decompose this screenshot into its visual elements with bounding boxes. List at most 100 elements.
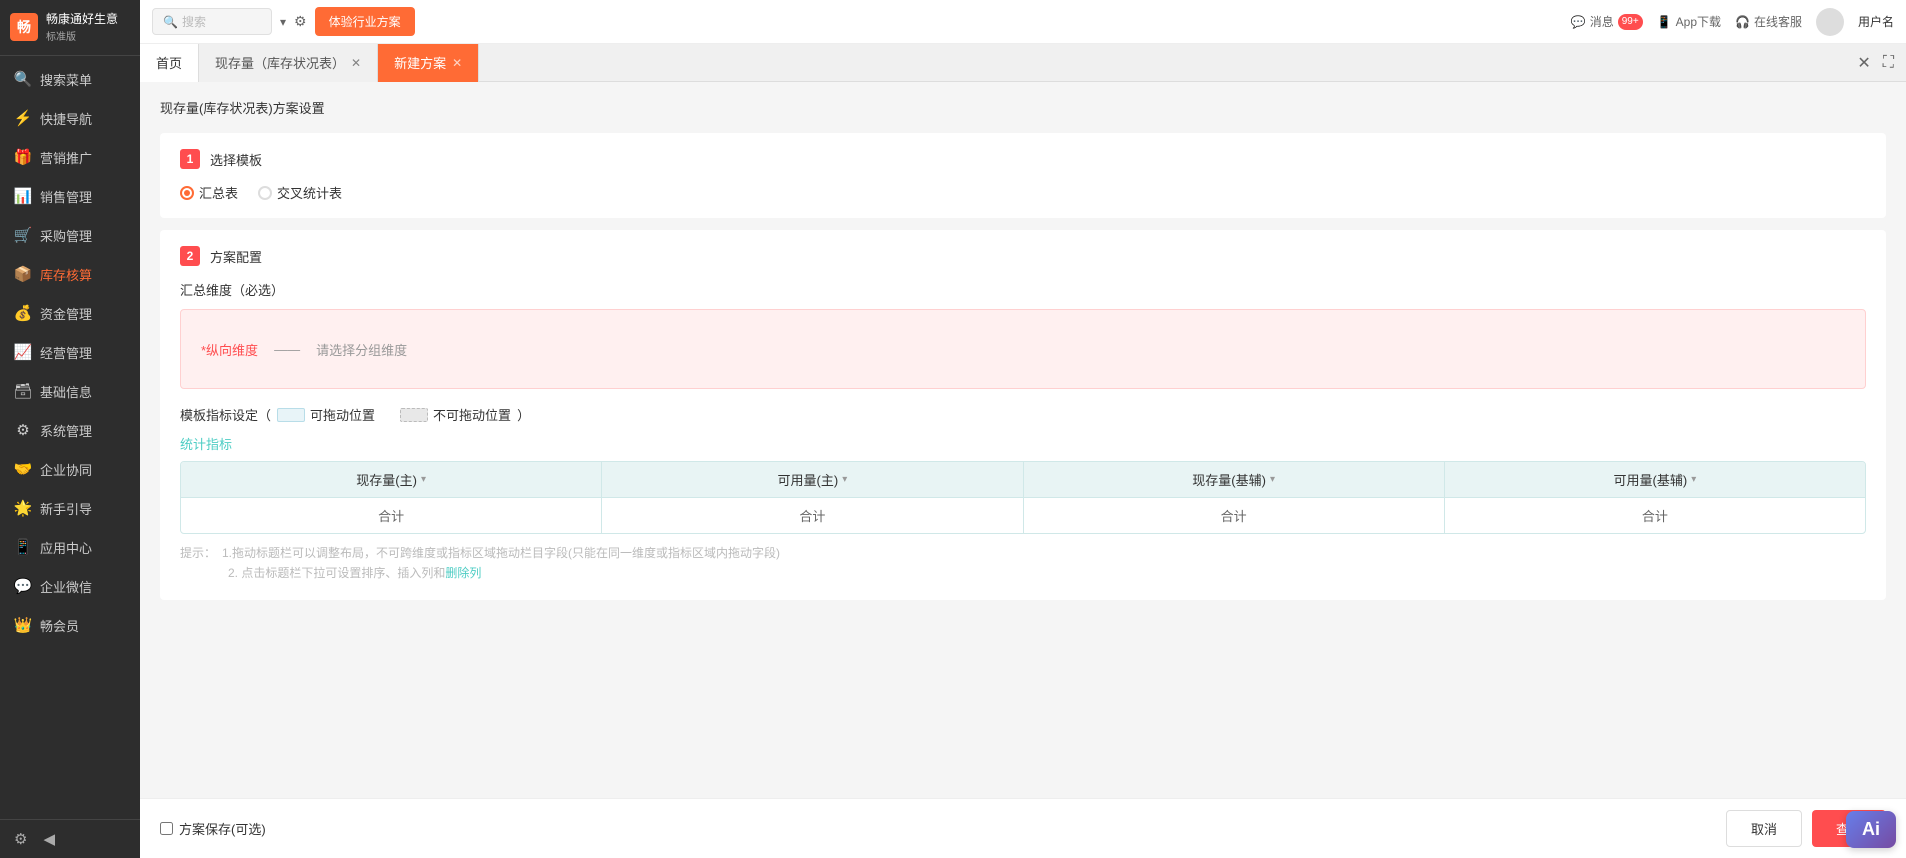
topbar-search-icon: 🔍 xyxy=(163,15,178,29)
col1-chevron-icon: ▾ xyxy=(421,474,426,485)
metrics-cell-3: 合计 xyxy=(1024,498,1444,533)
tab-new-plan-close-icon[interactable]: ✕ xyxy=(452,56,462,70)
sidebar-bottom: ⚙ ◀ xyxy=(0,819,140,858)
legend-movable: 可拖动位置 xyxy=(277,405,375,424)
section2-title: 方案配置 xyxy=(210,247,262,266)
dim-dash: —— xyxy=(274,342,300,357)
col4-chevron-icon: ▾ xyxy=(1691,474,1696,485)
sidebar-item-inventory[interactable]: 📦 库存核算 xyxy=(0,255,140,294)
purchase-icon: 🛒 xyxy=(14,226,32,244)
sidebar-item-sales[interactable]: 📊 销售管理 xyxy=(0,177,140,216)
metrics-section-label: 统计指标 xyxy=(180,434,1866,453)
dim-hint-text: 请选择分组维度 xyxy=(316,340,407,359)
metrics-col-4-header[interactable]: 可用量(基辅) ▾ xyxy=(1445,462,1865,498)
sidebar-item-quick-nav[interactable]: ⚡ 快捷导航 xyxy=(0,99,140,138)
system-icon: ⚙ xyxy=(14,421,32,439)
service-icon: 🎧 xyxy=(1735,15,1750,29)
topbar-gear-icon[interactable]: ⚙ xyxy=(294,13,307,30)
logo-text: 畅康通好生意 标准版 xyxy=(46,12,118,43)
tab-new-plan[interactable]: 新建方案 ✕ xyxy=(378,44,479,82)
tab-home[interactable]: 首页 xyxy=(140,44,199,82)
cooperation-icon: 🤝 xyxy=(14,460,32,478)
finance-icon: 💰 xyxy=(14,304,32,322)
col2-chevron-icon: ▾ xyxy=(842,474,847,485)
sidebar-item-purchase[interactable]: 🛒 采购管理 xyxy=(0,216,140,255)
sidebar-item-app-center[interactable]: 📱 应用中心 xyxy=(0,528,140,567)
settings-icon[interactable]: ⚙ xyxy=(14,830,27,848)
tab-inventory-status[interactable]: 现存量（库存状况表） ✕ xyxy=(199,44,378,82)
metrics-cell-4: 合计 xyxy=(1445,498,1865,533)
topbar-dropdown-btn[interactable]: ▾ xyxy=(280,15,286,29)
logo-icon: 畅 xyxy=(10,13,38,41)
app-icon: 📱 xyxy=(1657,15,1672,29)
metrics-col-4: 可用量(基辅) ▾ xyxy=(1445,462,1865,498)
metrics-body-col-4: 合计 xyxy=(1445,498,1865,533)
wechat-icon: 💬 xyxy=(14,577,32,595)
footer: 方案保存(可选) 取消 查询 xyxy=(140,798,1906,858)
sidebar-item-operation[interactable]: 📈 经营管理 xyxy=(0,333,140,372)
topbar-search-bar[interactable]: 🔍 搜索 xyxy=(152,8,272,35)
metrics-col-1: 现存量(主) ▾ xyxy=(181,462,602,498)
sidebar-item-guide[interactable]: 🌟 新手引导 xyxy=(0,489,140,528)
tabs-bar: 首页 现存量（库存状况表） ✕ 新建方案 ✕ ✕ ⛶ xyxy=(140,44,1906,82)
fixed-box xyxy=(400,408,428,422)
sidebar: 畅 畅康通好生意 标准版 🔍 搜索菜单 ⚡ 快捷导航 🎁 营销推广 📊 销售管理… xyxy=(0,0,140,858)
topbar-service-btn[interactable]: 🎧 在线客服 xyxy=(1735,13,1802,30)
tab-close-all-icon[interactable]: ✕ xyxy=(1853,49,1874,77)
msg-badge: 99+ xyxy=(1618,14,1643,30)
metrics-col-3: 现存量(基辅) ▾ xyxy=(1024,462,1445,498)
inventory-icon: 📦 xyxy=(14,265,32,283)
tips-item-2: 2. 点击标题栏下拉可设置排序、插入列和删除列 xyxy=(180,564,1866,581)
guide-icon: 🌟 xyxy=(14,499,32,517)
metrics-label-text: 模板指标设定（ xyxy=(180,405,271,424)
metrics-col-2-header[interactable]: 可用量(主) ▾ xyxy=(602,462,1022,498)
sidebar-item-basic-info[interactable]: 🗃 基础信息 xyxy=(0,372,140,411)
dimension-placeholder: *纵向维度 —— 请选择分组维度 xyxy=(201,340,407,359)
app-center-icon: 📱 xyxy=(14,538,32,556)
page-title: 现存量(库存状况表)方案设置 xyxy=(160,98,1886,117)
metrics-col-2: 可用量(主) ▾ xyxy=(602,462,1023,498)
metrics-col-1-header[interactable]: 现存量(主) ▾ xyxy=(181,462,601,498)
metrics-col-3-header[interactable]: 现存量(基辅) ▾ xyxy=(1024,462,1444,498)
topbar-username[interactable]: 用户名 xyxy=(1858,13,1894,30)
sidebar-item-finance[interactable]: 💰 资金管理 xyxy=(0,294,140,333)
main-area: 🔍 搜索 ▾ ⚙ 体验行业方案 💬 消息 99+ 📱 App下载 🎧 在线客服 … xyxy=(140,0,1906,858)
sidebar-logo: 畅 畅康通好生意 标准版 xyxy=(0,0,140,56)
topbar-app-btn[interactable]: 📱 App下载 xyxy=(1657,13,1721,30)
section1-title: 选择模板 xyxy=(210,150,262,169)
metrics-table-header: 现存量(主) ▾ 可用量(主) ▾ 现存量(基辅) ▾ xyxy=(181,462,1865,498)
topbar-avatar[interactable] xyxy=(1816,8,1844,36)
ai-badge[interactable]: Ai xyxy=(1846,811,1896,848)
topbar-msg-btn[interactable]: 💬 消息 99+ xyxy=(1571,13,1643,30)
save-label[interactable]: 方案保存(可选) xyxy=(179,819,266,838)
collapse-icon[interactable]: ◀ xyxy=(43,830,55,848)
col3-chevron-icon: ▾ xyxy=(1270,474,1275,485)
sidebar-item-marketing[interactable]: 🎁 营销推广 xyxy=(0,138,140,177)
content-area: 现存量(库存状况表)方案设置 1 选择模板 汇总表 交叉统计表 2 xyxy=(140,82,1906,798)
sidebar-item-wechat[interactable]: 💬 企业微信 xyxy=(0,567,140,606)
quick-nav-icon: ⚡ xyxy=(14,109,32,127)
sidebar-item-search-menu[interactable]: 🔍 搜索菜单 xyxy=(0,60,140,99)
dim-required-text: *纵向维度 xyxy=(201,340,258,359)
topbar: 🔍 搜索 ▾ ⚙ 体验行业方案 💬 消息 99+ 📱 App下载 🎧 在线客服 … xyxy=(140,0,1906,44)
sidebar-item-member[interactable]: 👑 畅会员 xyxy=(0,606,140,645)
radio-cross-circle xyxy=(258,186,272,200)
cancel-button[interactable]: 取消 xyxy=(1726,810,1802,847)
topbar-cta-button[interactable]: 体验行业方案 xyxy=(315,7,415,36)
basic-info-icon: 🗃 xyxy=(14,382,32,400)
sidebar-item-cooperation[interactable]: 🤝 企业协同 xyxy=(0,450,140,489)
member-icon: 👑 xyxy=(14,616,32,634)
template-radio-group: 汇总表 交叉统计表 xyxy=(180,183,1866,202)
template-option-cross[interactable]: 交叉统计表 xyxy=(258,183,342,202)
operation-icon: 📈 xyxy=(14,343,32,361)
sidebar-item-system[interactable]: ⚙ 系统管理 xyxy=(0,411,140,450)
movable-box xyxy=(277,408,305,422)
save-checkbox[interactable] xyxy=(160,822,173,835)
metrics-body-col-1: 合计 xyxy=(181,498,602,533)
tab-expand-icon[interactable]: ⛶ xyxy=(1879,50,1898,76)
tips-section: 提示： 1.拖动标题栏可以调整布局，不可跨维度或指标区域拖动栏目字段(只能在同一… xyxy=(180,544,1866,581)
section1-num: 1 xyxy=(180,149,200,169)
tab-inventory-close-icon[interactable]: ✕ xyxy=(351,56,361,70)
template-option-summary[interactable]: 汇总表 xyxy=(180,183,238,202)
metrics-body-col-3: 合计 xyxy=(1024,498,1445,533)
